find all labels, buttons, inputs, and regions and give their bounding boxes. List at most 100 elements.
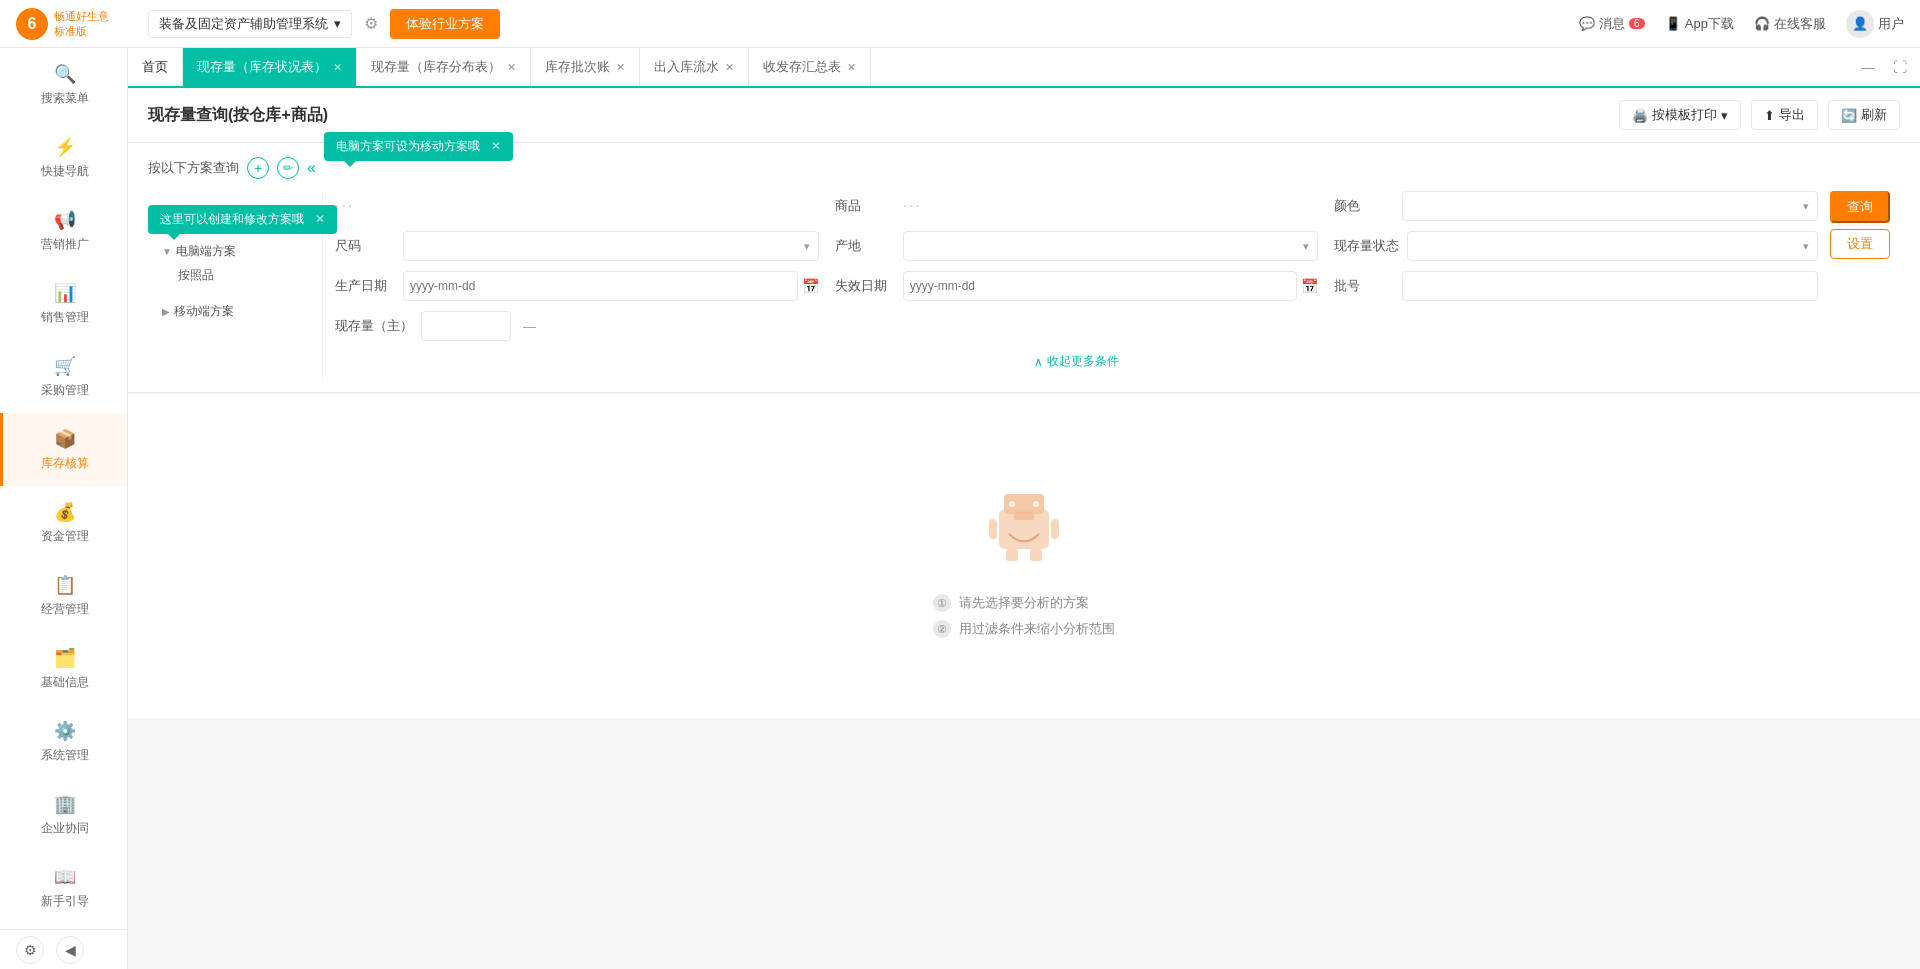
filter-field-expire-date: 失效日期 📅	[835, 271, 1319, 301]
user-item[interactable]: 👤 用户	[1846, 10, 1904, 38]
sidebar-item-search[interactable]: 🔍 搜索菜单	[0, 48, 127, 121]
batch-input[interactable]	[1402, 271, 1818, 301]
sidebar-item-system[interactable]: ⚙️ 系统管理	[0, 705, 127, 778]
create-tooltip-close-button[interactable]: ✕	[315, 212, 325, 226]
stock-status-select[interactable]: ▾	[1407, 231, 1818, 261]
filter-field-color: 颜色 ▾	[1334, 191, 1818, 221]
sidebar-item-purchase[interactable]: 🛒 采购管理	[0, 340, 127, 413]
empty-step-1: ① 请先选择要分析的方案	[933, 594, 1115, 612]
scheme-group-desktop-header[interactable]: ▼ 电脑端方案	[156, 239, 312, 264]
svg-point-2	[1009, 501, 1015, 507]
sidebar-item-basic[interactable]: 🗂️ 基础信息	[0, 632, 127, 705]
sidebar-item-enterprise[interactable]: 🏢 企业协同	[0, 778, 127, 851]
tooltip-close-button[interactable]: ✕	[491, 139, 501, 153]
filter-main-content: 这里可以创建和修改方案哦 ✕ ▼ 电脑端方案 按照品	[148, 191, 1900, 378]
sidebar-item-operation[interactable]: 📋 经营管理	[0, 559, 127, 632]
refresh-button[interactable]: 🔄 刷新	[1828, 100, 1900, 130]
sidebar-item-guide[interactable]: 📖 新手引导	[0, 851, 127, 924]
sidebar-item-shortcut[interactable]: ⚡ 快捷导航	[0, 121, 127, 194]
origin-select[interactable]: ▾	[903, 231, 1319, 261]
tab-minimize-button[interactable]: —	[1856, 55, 1880, 79]
scheme-group-mobile-header[interactable]: ▶ 移动端方案	[156, 299, 312, 324]
settings-bottom-button[interactable]: ⚙	[16, 936, 44, 964]
message-item[interactable]: 💬 消息 6	[1579, 15, 1645, 33]
tab-close-icon[interactable]: ✕	[616, 61, 625, 74]
filter-field-size: 尺码 ▾	[335, 231, 819, 261]
search-icon: 🔍	[53, 62, 77, 86]
prod-date-start-input[interactable]	[403, 271, 798, 301]
select-arrow-icon: ▾	[1803, 240, 1809, 253]
tab-batch-account[interactable]: 库存批次账 ✕	[531, 48, 640, 87]
system-select[interactable]: 装备及固定资产辅助管理系统 ▾	[148, 10, 352, 38]
step-2-number: ②	[933, 620, 951, 638]
expand-icon: ▶	[162, 306, 170, 317]
tab-close-icon[interactable]: ✕	[333, 61, 342, 74]
chevron-down-icon: ▾	[334, 16, 341, 31]
sidebar-item-finance[interactable]: 💰 资金管理	[0, 486, 127, 559]
calendar-icon[interactable]: 📅	[802, 278, 819, 294]
svg-point-3	[1033, 501, 1039, 507]
system-icon: ⚙️	[53, 719, 77, 743]
color-select[interactable]: ▾	[1402, 191, 1818, 221]
filter-header: 按以下方案查询 + ✏ « 电脑方案可设为移动方案哦 ✕	[148, 157, 1900, 179]
calendar-icon[interactable]: 📅	[1301, 278, 1318, 294]
warehouse-ellipsis[interactable]: ···	[335, 197, 354, 215]
scheme-item-desktop-1[interactable]: 按照品	[156, 264, 312, 287]
header-right: 💬 消息 6 📱 App下载 🎧 在线客服 👤 用户	[1579, 10, 1904, 38]
scheme-tree: ▼ 电脑端方案 按照品 ▶ 移动端方案	[148, 239, 312, 324]
tab-close-icon[interactable]: ✕	[725, 61, 734, 74]
filter-row-3: 生产日期 📅 失效日期	[335, 271, 1818, 301]
goods-ellipsis[interactable]: ···	[903, 197, 922, 215]
tab-home[interactable]: 首页	[128, 48, 183, 87]
content-area: 首页 现存量（库存状况表） ✕ 现存量（库存分布表） ✕ 库存批次账 ✕ 出入库…	[128, 48, 1920, 969]
tab-inventory-status[interactable]: 现存量（库存状况表） ✕	[183, 48, 357, 87]
collapse-icon: ▼	[162, 246, 172, 257]
support-item[interactable]: 🎧 在线客服	[1754, 15, 1826, 33]
size-select[interactable]: ▾	[403, 231, 819, 261]
sidebar-item-inventory[interactable]: 📦 库存核算	[0, 413, 127, 486]
svg-rect-5	[989, 519, 997, 539]
expire-date-range: 📅	[903, 271, 1319, 301]
sidebar-item-sales[interactable]: 📊 销售管理	[0, 267, 127, 340]
header-left: 6 畅通好生意 标准版 装备及固定资产辅助管理系统 ▾ ⚙ 体验行业方案	[16, 8, 500, 40]
app-download-item[interactable]: 📱 App下载	[1665, 15, 1734, 33]
sidebar-item-marketing[interactable]: 📢 营销推广	[0, 194, 127, 267]
settings-icon[interactable]: ⚙	[364, 14, 378, 33]
tab-inout-flow[interactable]: 出入库流水 ✕	[640, 48, 749, 87]
template-print-button[interactable]: 🖨️ 按模板打印 ▾	[1619, 100, 1741, 130]
select-arrow-icon: ▾	[1303, 240, 1309, 253]
filter-field-warehouse: ···	[335, 197, 819, 215]
sidebar-bottom-bar: ⚙ ◀	[0, 929, 127, 969]
basic-icon: 🗂️	[53, 646, 77, 670]
expire-date-start-input[interactable]	[903, 271, 1298, 301]
empty-step-2: ② 用过滤条件来缩小分析范围	[933, 620, 1115, 638]
stock-main-start-input[interactable]	[421, 311, 511, 341]
filter-right-panel: ··· 商品 ··· 颜色 ▾	[335, 191, 1818, 378]
tab-receive-summary[interactable]: 收发存汇总表 ✕	[749, 48, 871, 87]
arrow-scheme-button[interactable]: «	[307, 159, 316, 177]
filter-area: 按以下方案查询 + ✏ « 电脑方案可设为移动方案哦 ✕	[128, 143, 1920, 393]
collapse-sidebar-button[interactable]: ◀	[56, 936, 84, 964]
create-scheme-tooltip: 这里可以创建和修改方案哦 ✕	[148, 205, 337, 234]
search-button[interactable]: 查询	[1830, 191, 1890, 223]
refresh-icon: 🔄	[1841, 108, 1857, 123]
filter-field-batch: 批号	[1334, 271, 1818, 301]
purchase-icon: 🛒	[53, 354, 77, 378]
export-button[interactable]: ⬆ 导出	[1751, 100, 1818, 130]
logo-area: 6 畅通好生意 标准版	[16, 8, 136, 40]
export-icon: ⬆	[1764, 108, 1775, 123]
reset-button[interactable]: 设置	[1830, 229, 1890, 259]
experience-button[interactable]: 体验行业方案	[390, 9, 500, 39]
empty-illustration	[974, 474, 1074, 574]
add-scheme-button[interactable]: +	[247, 157, 269, 179]
edit-scheme-button[interactable]: ✏	[277, 157, 299, 179]
collapse-filter-button[interactable]: ∧ 收起更多条件	[335, 345, 1818, 378]
tab-close-icon[interactable]: ✕	[507, 61, 516, 74]
svg-rect-8	[1030, 549, 1042, 561]
page-title: 现存量查询(按仓库+商品)	[148, 105, 328, 126]
tab-expand-button[interactable]: ⛶	[1888, 55, 1912, 79]
tab-inventory-dist[interactable]: 现存量（库存分布表） ✕	[357, 48, 531, 87]
tab-close-icon[interactable]: ✕	[847, 61, 856, 74]
avatar: 👤	[1846, 10, 1874, 38]
filter-row-4: 现存量（主） —	[335, 311, 1818, 341]
